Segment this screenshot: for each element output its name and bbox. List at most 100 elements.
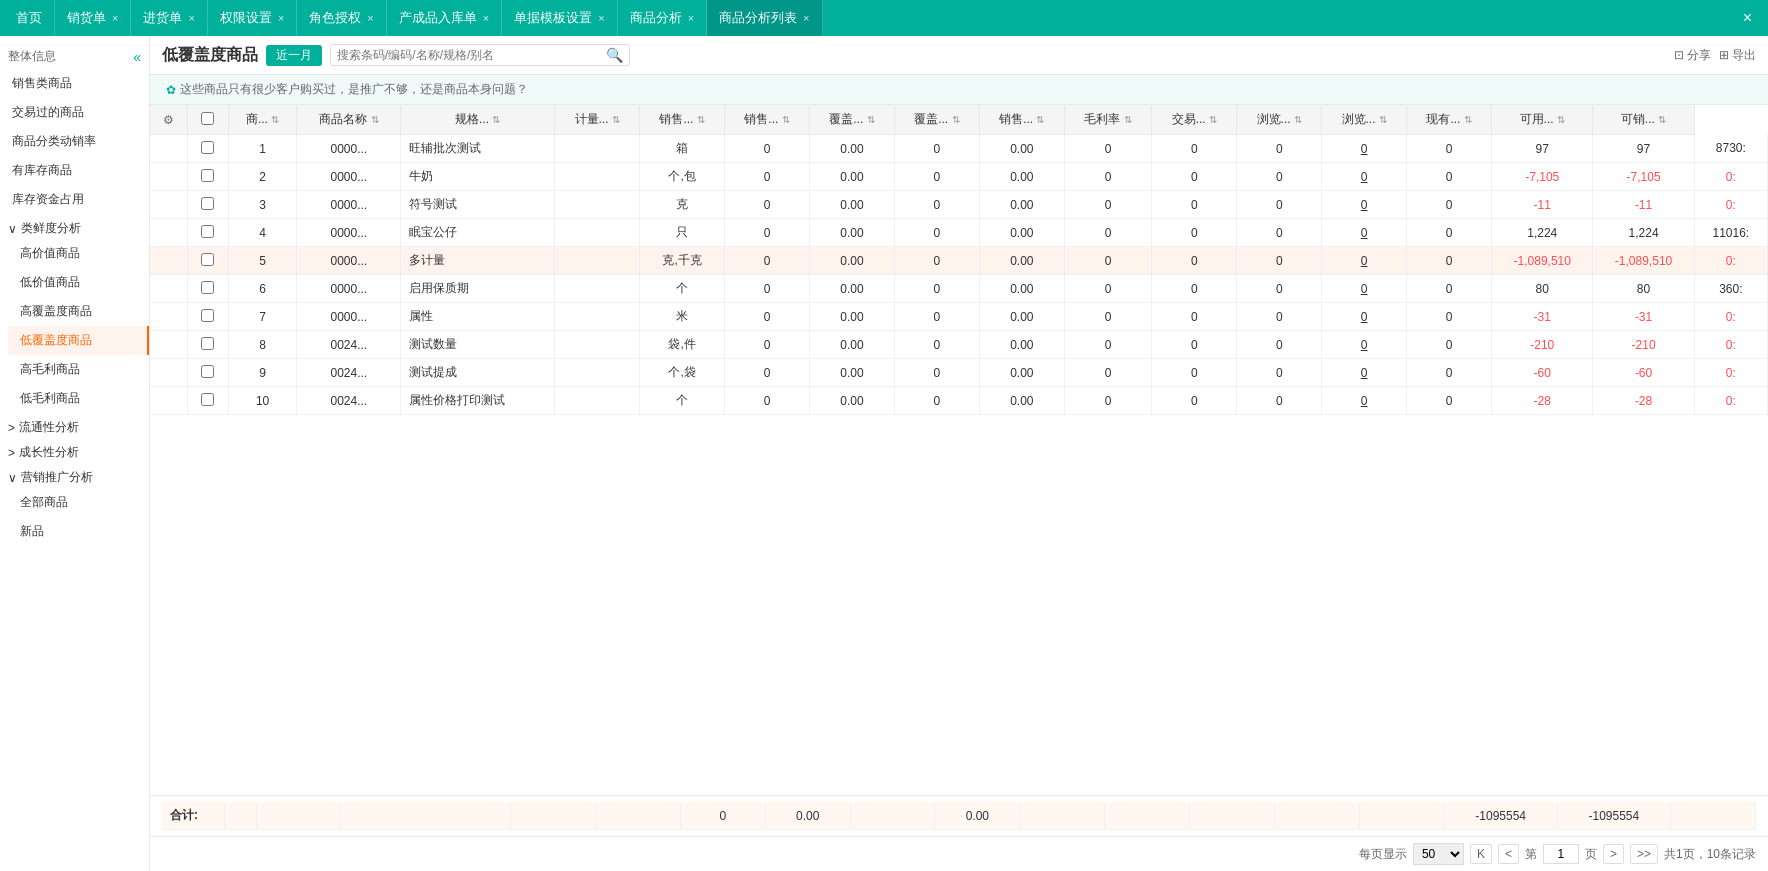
sidebar-section-growth[interactable]: > 成长性分析 xyxy=(0,438,149,463)
sidebar-section-flow[interactable]: > 流通性分析 xyxy=(0,413,149,438)
period-button[interactable]: 近一月 xyxy=(266,45,322,66)
th-cover2[interactable]: 覆盖... ⇅ xyxy=(894,105,979,135)
next-page-button[interactable]: > xyxy=(1603,844,1624,864)
tab-permission[interactable]: 权限设置 × xyxy=(208,0,297,36)
th-unit[interactable]: 计量... ⇅ xyxy=(555,105,640,135)
th-view1[interactable]: 浏览... ⇅ xyxy=(1237,105,1322,135)
tab-analysis-close[interactable]: × xyxy=(688,12,694,24)
sidebar-item-low-value[interactable]: 低价值商品 xyxy=(8,268,149,297)
row-checkbox-6[interactable] xyxy=(201,309,214,322)
th-sales2[interactable]: 销售... ⇅ xyxy=(725,105,810,135)
sidebar-item-all-goods[interactable]: 全部商品 xyxy=(8,488,149,517)
export-button[interactable]: ⊞ 导出 xyxy=(1719,47,1756,64)
tab-role[interactable]: 角色授权 × xyxy=(297,0,386,36)
tab-purchase-close[interactable]: × xyxy=(188,12,194,24)
sidebar-item-high-value[interactable]: 高价值商品 xyxy=(8,239,149,268)
sidebar-item-new-goods[interactable]: 新品 xyxy=(8,517,149,546)
cell-view1-4[interactable]: 0 xyxy=(1322,247,1407,275)
cell-view1-0[interactable]: 0 xyxy=(1322,135,1407,163)
sidebar-item-traded-goods[interactable]: 交易过的商品 xyxy=(0,98,149,127)
cell-checkbox-5[interactable] xyxy=(187,275,228,303)
row-checkbox-9[interactable] xyxy=(201,393,214,406)
window-close-button[interactable]: × xyxy=(1731,9,1764,27)
th-settings[interactable]: ⚙ xyxy=(150,105,187,135)
sidebar-item-stock-goods[interactable]: 有库存商品 xyxy=(0,156,149,185)
search-input[interactable] xyxy=(337,48,606,62)
row-checkbox-2[interactable] xyxy=(201,197,214,210)
th-gross[interactable]: 毛利率 ⇅ xyxy=(1064,105,1152,135)
cell-view1-7[interactable]: 0 xyxy=(1322,331,1407,359)
sidebar-item-category-rate[interactable]: 商品分类动销率 xyxy=(0,127,149,156)
settings-icon[interactable]: ⚙ xyxy=(163,113,174,127)
row-checkbox-8[interactable] xyxy=(201,365,214,378)
cell-view1-2[interactable]: 0 xyxy=(1322,191,1407,219)
th-stock2[interactable]: 可用... ⇅ xyxy=(1492,105,1593,135)
tab-analysis[interactable]: 商品分析 × xyxy=(618,0,707,36)
sidebar-item-high-coverage[interactable]: 高覆盖度商品 xyxy=(8,297,149,326)
share-button[interactable]: ⊡ 分享 xyxy=(1674,47,1711,64)
cell-checkbox-8[interactable] xyxy=(187,359,228,387)
th-code[interactable]: 商... ⇅ xyxy=(228,105,297,135)
search-box[interactable]: 🔍 xyxy=(330,44,630,66)
row-checkbox-7[interactable] xyxy=(201,337,214,350)
cell-checkbox-2[interactable] xyxy=(187,191,228,219)
last-page-button[interactable]: >> xyxy=(1630,844,1658,864)
first-page-button[interactable]: K xyxy=(1470,844,1492,864)
cell-view1-5[interactable]: 0 xyxy=(1322,275,1407,303)
cell-checkbox-9[interactable] xyxy=(187,387,228,415)
cell-checkbox-1[interactable] xyxy=(187,163,228,191)
th-sales3[interactable]: 销售... ⇅ xyxy=(979,105,1064,135)
row-checkbox-5[interactable] xyxy=(201,281,214,294)
cell-view1-3[interactable]: 0 xyxy=(1322,219,1407,247)
sidebar-section-promo[interactable]: ∨ 营销推广分析 xyxy=(0,463,149,488)
th-cover1[interactable]: 覆盖... ⇅ xyxy=(810,105,895,135)
th-stock1[interactable]: 现有... ⇅ xyxy=(1407,105,1492,135)
th-stock3[interactable]: 可销... ⇅ xyxy=(1593,105,1694,135)
table-container[interactable]: ⚙ 商... ⇅ 商品名称 ⇅ 规格... ⇅ 计量... ⇅ 销售... ⇅ … xyxy=(150,105,1768,795)
select-all-checkbox[interactable] xyxy=(201,112,214,125)
row-checkbox-4[interactable] xyxy=(201,253,214,266)
tab-analysis-list[interactable]: 商品分析列表 × xyxy=(707,0,822,36)
cell-checkbox-4[interactable] xyxy=(187,247,228,275)
th-name[interactable]: 商品名称 ⇅ xyxy=(297,105,401,135)
page-size-select[interactable]: 50 20 100 xyxy=(1413,843,1464,865)
sidebar-item-stock-fund[interactable]: 库存资金占用 xyxy=(0,185,149,214)
cell-checkbox-0[interactable] xyxy=(187,135,228,163)
cell-view2-3: 0 xyxy=(1407,219,1492,247)
cell-view1-6[interactable]: 0 xyxy=(1322,303,1407,331)
tab-home[interactable]: 首页 xyxy=(4,0,55,36)
cell-checkbox-7[interactable] xyxy=(187,331,228,359)
tab-sales-close[interactable]: × xyxy=(112,12,118,24)
row-checkbox-1[interactable] xyxy=(201,169,214,182)
tab-production-close[interactable]: × xyxy=(483,12,489,24)
row-checkbox-3[interactable] xyxy=(201,225,214,238)
collapse-icon[interactable]: « xyxy=(133,49,141,65)
th-sales1[interactable]: 销售... ⇅ xyxy=(640,105,725,135)
th-trade[interactable]: 交易... ⇅ xyxy=(1152,105,1237,135)
th-spec[interactable]: 规格... ⇅ xyxy=(401,105,555,135)
sidebar-item-low-coverage[interactable]: 低覆盖度商品 xyxy=(8,326,149,355)
prev-page-button[interactable]: < xyxy=(1498,844,1519,864)
th-checkbox[interactable] xyxy=(187,105,228,135)
tab-sales[interactable]: 销货单 × xyxy=(55,0,131,36)
th-view2[interactable]: 浏览... ⇅ xyxy=(1322,105,1407,135)
cell-view1-1[interactable]: 0 xyxy=(1322,163,1407,191)
cell-view1-9[interactable]: 0 xyxy=(1322,387,1407,415)
sidebar-item-low-profit[interactable]: 低毛利商品 xyxy=(8,384,149,413)
cell-checkbox-3[interactable] xyxy=(187,219,228,247)
cell-view1-8[interactable]: 0 xyxy=(1322,359,1407,387)
sidebar-section-quality[interactable]: ∨ 类鲜度分析 xyxy=(0,214,149,239)
tab-permission-close[interactable]: × xyxy=(278,12,284,24)
tab-production[interactable]: 产成品入库单 × xyxy=(387,0,502,36)
tab-role-close[interactable]: × xyxy=(367,12,373,24)
sidebar-item-sales-goods[interactable]: 销售类商品 xyxy=(0,69,149,98)
cell-checkbox-6[interactable] xyxy=(187,303,228,331)
page-number-input[interactable] xyxy=(1543,844,1579,864)
tab-template-close[interactable]: × xyxy=(598,12,604,24)
row-checkbox-0[interactable] xyxy=(201,141,214,154)
tab-purchase[interactable]: 进货单 × xyxy=(131,0,207,36)
sidebar-item-high-profit[interactable]: 高毛利商品 xyxy=(8,355,149,384)
tab-analysis-list-close[interactable]: × xyxy=(803,12,809,24)
sidebar-header[interactable]: 整体信息 « xyxy=(0,44,149,69)
tab-template[interactable]: 单据模板设置 × xyxy=(502,0,617,36)
